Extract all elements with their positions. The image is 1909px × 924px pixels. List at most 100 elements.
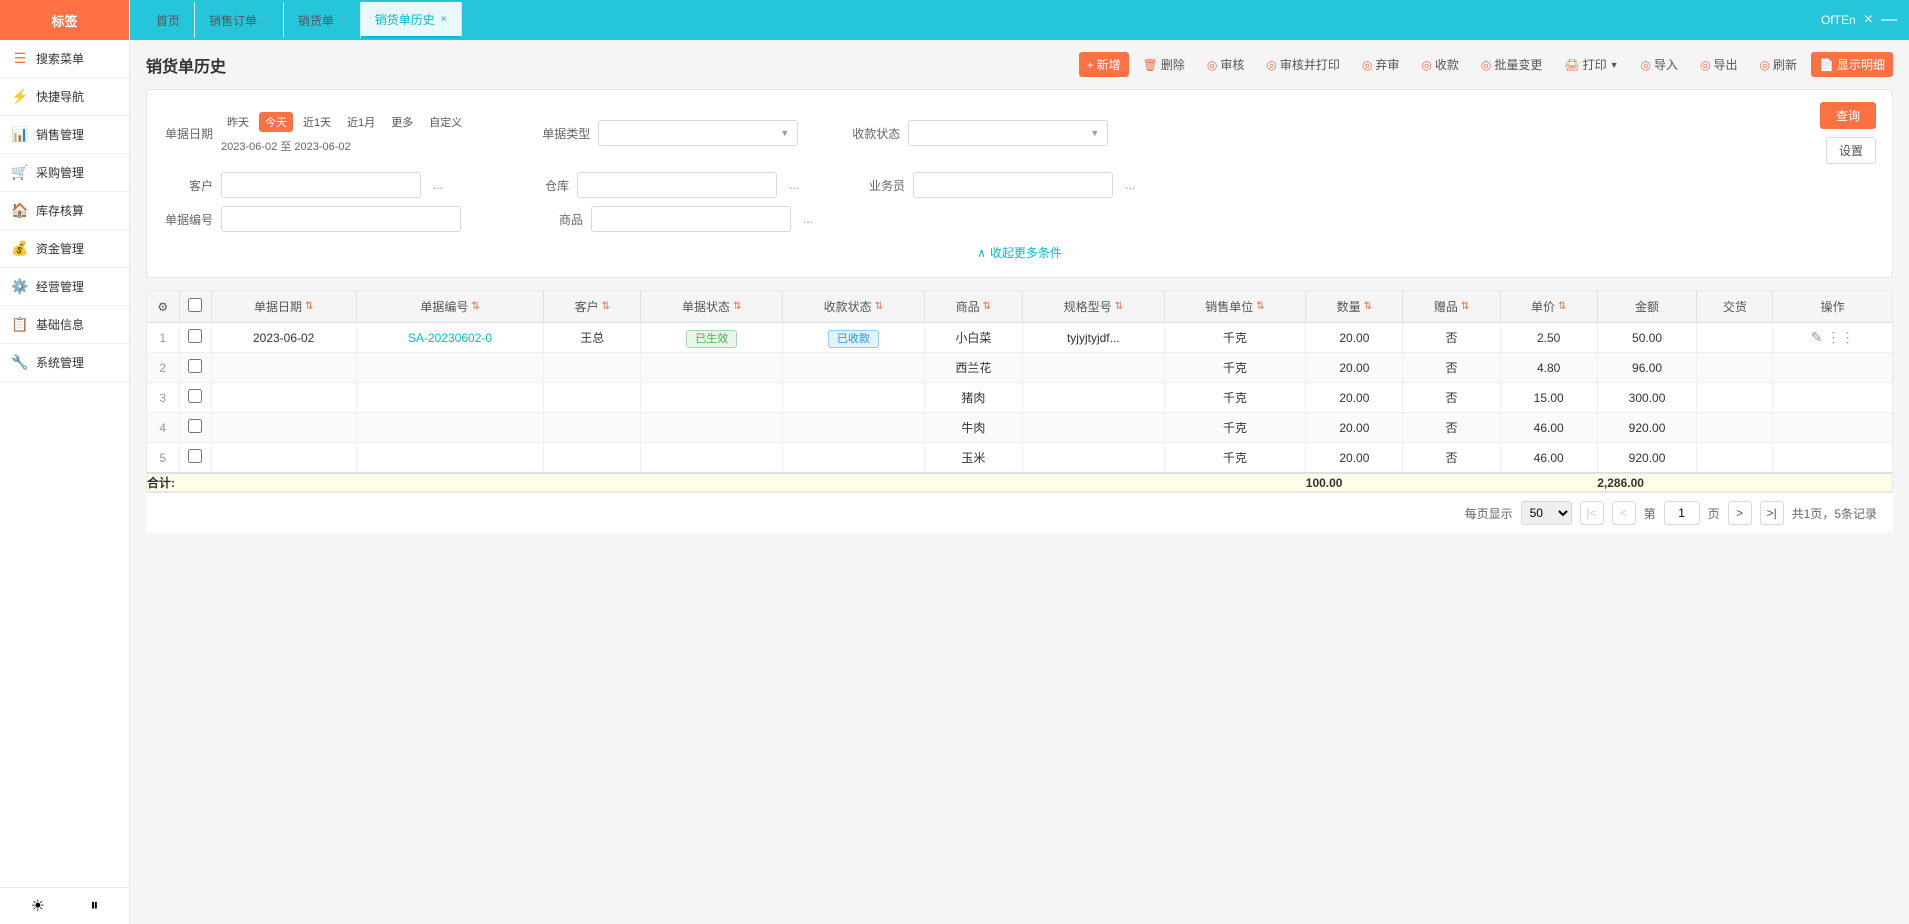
sidebar-item-search-menu[interactable]: ☰ 搜索菜单 xyxy=(0,40,129,78)
last7days-shortcut[interactable]: 近1天 xyxy=(297,112,337,132)
select-all-checkbox[interactable] xyxy=(188,298,202,312)
last-page-button[interactable]: >| xyxy=(1760,501,1784,525)
set-button[interactable]: 设置 xyxy=(1826,137,1876,164)
sidebar-item-inventory-calc[interactable]: 🏠 库存核算 xyxy=(0,192,129,230)
row-checkbox[interactable] xyxy=(188,419,202,433)
discard-button[interactable]: ◎ 弃审 xyxy=(1354,52,1408,77)
tab-home[interactable]: 首页 xyxy=(142,2,195,38)
cell-checkbox xyxy=(179,413,211,443)
sales-unit-sort-icon: ⇅ xyxy=(1256,301,1264,312)
sidebar-item-system-mgmt[interactable]: 🔧 系统管理 xyxy=(0,344,129,382)
show-detail-button[interactable]: 📄 显示明细 xyxy=(1811,52,1893,77)
sidebar-bottom-icon1[interactable]: ☀ xyxy=(31,896,45,916)
tabs-container: 首页 销售订单 × 销货单 × 销货单历史 × xyxy=(142,2,462,38)
audit-print-button[interactable]: ◎ 审核并打印 xyxy=(1258,52,1348,77)
tab-sales-goods-history[interactable]: 销货单历史 × xyxy=(361,2,462,38)
receive-button[interactable]: ◎ 收款 xyxy=(1413,52,1467,77)
th-doc-number[interactable]: 单据编号 ⇅ xyxy=(356,291,543,323)
th-quantity[interactable]: 数量 ⇅ xyxy=(1306,291,1403,323)
table-section: ⚙ 单据日期 ⇅ 单据编号 xyxy=(146,290,1893,492)
tab-close-sales-goods[interactable]: × xyxy=(340,15,346,26)
cell-transaction xyxy=(1697,443,1773,474)
header-minimize-btn[interactable]: — xyxy=(1881,11,1897,29)
refresh-button[interactable]: ◎ 刷新 xyxy=(1752,52,1806,77)
per-page-select[interactable]: 50 100 200 xyxy=(1521,501,1572,525)
cell-doc-date xyxy=(211,353,356,383)
pagination: 每页显示 50 100 200 |< < 第 页 > >| 共1页，5条记录 xyxy=(146,492,1893,533)
row-checkbox[interactable] xyxy=(188,359,202,373)
sidebar-item-basic-info[interactable]: 📋 基础信息 xyxy=(0,306,129,344)
print-icon: 🖨 xyxy=(1564,58,1579,72)
th-customer[interactable]: 客户 ⇅ xyxy=(544,291,641,323)
cell-action: ✎⋮⋮ xyxy=(1773,323,1892,353)
product-input[interactable] xyxy=(591,206,791,232)
yesterday-shortcut[interactable]: 昨天 xyxy=(221,112,255,132)
doc-status-badge: 已生效 xyxy=(686,330,737,348)
salesperson-input[interactable] xyxy=(913,172,1113,198)
sidebar-item-purchase-mgmt[interactable]: 🛒 采购管理 xyxy=(0,154,129,192)
row-checkbox[interactable] xyxy=(188,389,202,403)
header-close-btn[interactable]: × xyxy=(1864,11,1873,29)
import-button[interactable]: ◎ 导入 xyxy=(1633,52,1687,77)
prev-page-button[interactable]: < xyxy=(1612,501,1636,525)
batch-change-button[interactable]: ◎ 批量变更 xyxy=(1473,52,1551,77)
tab-close-sales-order[interactable]: × xyxy=(263,15,269,26)
customer-ellipsis[interactable]: ... xyxy=(429,178,447,192)
summary-spacer xyxy=(211,473,1306,491)
tab-sales-order[interactable]: 销售订单 × xyxy=(195,2,284,38)
row-checkbox[interactable] xyxy=(188,449,202,463)
first-page-button[interactable]: |< xyxy=(1580,501,1604,525)
more-shortcut[interactable]: 更多 xyxy=(385,112,419,132)
payment-status-select[interactable]: ▼ xyxy=(908,120,1108,146)
filter-doc-type: 单据类型 ▼ xyxy=(540,120,798,146)
today-shortcut[interactable]: 今天 xyxy=(259,112,293,132)
th-spec-model[interactable]: 规格型号 ⇅ xyxy=(1022,291,1164,323)
th-doc-status[interactable]: 单据状态 ⇅ xyxy=(641,291,783,323)
sidebar-item-operation-mgmt[interactable]: ⚙️ 经营管理 xyxy=(0,268,129,306)
collapse-button[interactable]: ∧ 收起更多条件 xyxy=(163,240,1876,265)
warehouse-input[interactable] xyxy=(577,172,777,198)
audit-button[interactable]: ◎ 审核 xyxy=(1199,52,1253,77)
th-gift[interactable]: 赠品 ⇅ xyxy=(1403,291,1500,323)
query-button[interactable]: 查询 xyxy=(1820,102,1876,129)
th-settings[interactable]: ⚙ xyxy=(147,291,179,323)
new-button[interactable]: + 新增 xyxy=(1079,52,1129,77)
cell-customer: 王总 xyxy=(544,323,641,353)
tab-sales-goods[interactable]: 销货单 × xyxy=(284,2,361,38)
doc-type-select[interactable]: ▼ xyxy=(598,120,798,146)
cell-quantity: 20.00 xyxy=(1306,383,1403,413)
filter-section: 单据日期 昨天 今天 近1天 近1月 更多 自定义 2023-06-02 至 2… xyxy=(146,89,1893,278)
doc-number-input[interactable] xyxy=(221,206,461,232)
th-product[interactable]: 商品 ⇅ xyxy=(924,291,1022,323)
th-unit-price[interactable]: 单价 ⇅ xyxy=(1500,291,1597,323)
custom-shortcut[interactable]: 自定义 xyxy=(423,112,468,132)
sidebar-bottom-icon2[interactable]: ⏸ xyxy=(90,897,98,915)
sidebar-item-finance-mgmt[interactable]: 💰 资金管理 xyxy=(0,230,129,268)
th-payment-status[interactable]: 收款状态 ⇅ xyxy=(783,291,925,323)
more-action-btn[interactable]: ⋮⋮ xyxy=(1825,329,1857,345)
salesperson-ellipsis[interactable]: ... xyxy=(1121,178,1139,192)
sidebar-item-sales-mgmt[interactable]: 📊 销售管理 xyxy=(0,116,129,154)
product-ellipsis[interactable]: ... xyxy=(799,212,817,226)
page-number-input[interactable] xyxy=(1664,501,1700,525)
cell-unit-price: 15.00 xyxy=(1500,383,1597,413)
print-button[interactable]: 🖨 打印 ▼ xyxy=(1556,52,1626,77)
doc-number-link[interactable]: SA-20230602-0 xyxy=(408,331,492,345)
last1month-shortcut[interactable]: 近1月 xyxy=(341,112,381,132)
edit-action-btn[interactable]: ✎ xyxy=(1809,329,1825,345)
delete-button[interactable]: 🗑 删除 xyxy=(1135,52,1193,77)
export-button[interactable]: ◎ 导出 xyxy=(1692,52,1746,77)
date-shortcuts: 昨天 今天 近1天 近1月 更多 自定义 xyxy=(221,112,468,132)
customer-input[interactable] xyxy=(221,172,421,198)
tab-close-history[interactable]: × xyxy=(441,14,447,25)
warehouse-ellipsis[interactable]: ... xyxy=(785,178,803,192)
next-page-button[interactable]: > xyxy=(1728,501,1752,525)
cell-amount: 920.00 xyxy=(1597,413,1697,443)
header-right: OfTEn × — xyxy=(1821,11,1897,29)
table-row: 2西兰花千克20.00否4.8096.00 xyxy=(147,353,1892,383)
cell-quantity: 20.00 xyxy=(1306,353,1403,383)
th-doc-date[interactable]: 单据日期 ⇅ xyxy=(211,291,356,323)
sidebar-item-quick-nav[interactable]: ⚡ 快捷导航 xyxy=(0,78,129,116)
row-checkbox[interactable] xyxy=(188,329,202,343)
th-sales-unit[interactable]: 销售单位 ⇅ xyxy=(1164,291,1306,323)
